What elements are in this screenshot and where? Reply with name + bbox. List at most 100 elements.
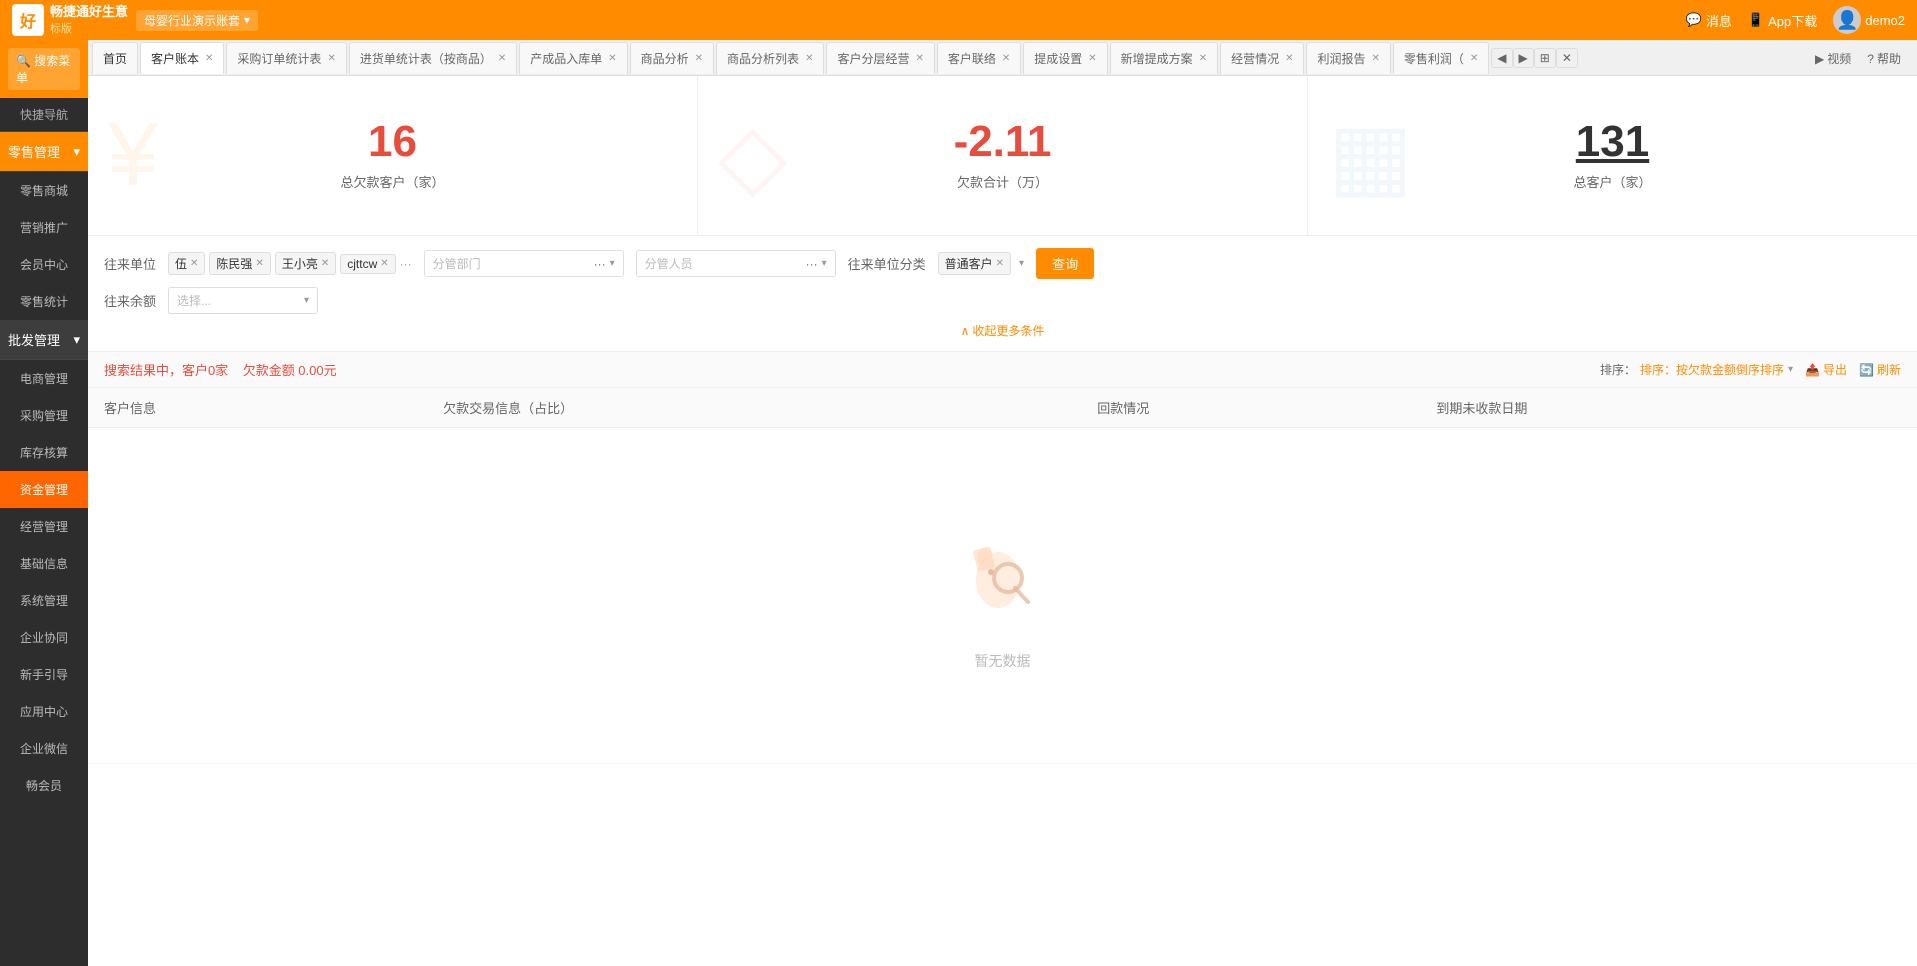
sidebar-item-retail-mall[interactable]: 零售商城 (0, 172, 88, 209)
collapse-filter-btn[interactable]: ∧ 收起更多条件 (104, 322, 1901, 339)
unit-filter-label: 往来单位 (104, 254, 156, 273)
tab-operation-status[interactable]: 经营情况 ✕ (1220, 42, 1304, 74)
quick-nav-btn[interactable]: 快捷导航 (8, 106, 80, 123)
tab-purchase-order[interactable]: 采购订单统计表 ✕ (226, 42, 346, 74)
search-menu-btn[interactable]: 🔍 搜索菜单 (8, 48, 80, 90)
tab-close-goods-analysis[interactable]: ✕ (695, 53, 703, 64)
data-table: 客户信息 欠款交易信息（占比） 回款情况 到期未收款日期 (88, 388, 1917, 764)
tab-close-new-improve[interactable]: ✕ (1199, 53, 1207, 64)
sidebar-item-purchase[interactable]: 采购管理 (0, 397, 88, 434)
tab-cost-inbound[interactable]: 产成品入库单 ✕ (519, 42, 627, 74)
unit-tag-cjttcw-close[interactable]: ✕ (380, 258, 388, 269)
stat-credit-customers: ¥ 16 总欠款客户（家） (88, 76, 698, 235)
app-container: 好 畅捷通好生意 标版 母婴行业演示账套 ▾ 💬 消息 📱 App下载 (0, 0, 1917, 966)
export-btn[interactable]: 📤 导出 (1805, 361, 1847, 378)
tab-close-retail-profit[interactable]: ✕ (1470, 53, 1478, 64)
unit-tag-wang[interactable]: 王小亮 ✕ (275, 252, 336, 275)
tab-close-inbound[interactable]: ✕ (498, 53, 506, 64)
user-avatar: 👤 (1833, 6, 1861, 34)
col-credit-tx: 欠款交易信息（占比） (427, 388, 1081, 428)
sidebar-item-app-center[interactable]: 应用中心 (0, 693, 88, 730)
filter-bar: 往来单位 伍 ✕ 陈民强 ✕ 王小亮 (88, 236, 1917, 352)
empty-row: 暂无数据 (88, 428, 1917, 764)
person-dropdown[interactable]: 分管人员 ··· ▾ (636, 250, 836, 277)
tab-profit-report[interactable]: 利润报告 ✕ (1306, 42, 1390, 74)
tab-close-customer-book[interactable]: ✕ (205, 53, 213, 64)
wholesale-section: 批发管理 ▾ (0, 320, 88, 360)
sidebar-item-marketing[interactable]: 营销推广 (0, 209, 88, 246)
sidebar-item-system[interactable]: 系统管理 (0, 582, 88, 619)
unit-tag-cjttcw[interactable]: cjttcw ✕ (340, 254, 395, 274)
tab-close-cost-inbound[interactable]: ✕ (608, 53, 616, 64)
tab-nav-prev[interactable]: ◀ (1491, 48, 1512, 68)
tab-close-customer-tier[interactable]: ✕ (915, 53, 923, 64)
sidebar-item-wholesale[interactable]: 批发管理 ▾ (0, 320, 88, 359)
unit-category-tags: 普通客户 ✕ ▾ (938, 252, 1024, 275)
unit-tag-chen-close[interactable]: ✕ (255, 258, 263, 269)
unit-tag-wang-close[interactable]: ✕ (321, 258, 329, 269)
unit-category-tag-normal[interactable]: 普通客户 ✕ (938, 252, 1011, 275)
tab-customer-book[interactable]: 客户账本 ✕ (140, 42, 224, 74)
department-dropdown[interactable]: 分管部门 ··· ▾ (424, 250, 624, 277)
stat-total-customers: ▦ 131 总客户（家） (1308, 76, 1917, 235)
table-toolbar: 搜索结果中，客户0家 欠款金额 0.00元 排序： 排序：按欠款金额倒序排序 ▾… (88, 352, 1917, 388)
logo-area: 好 畅捷通好生意 标版 (12, 4, 128, 36)
tab-goods-analysis-list[interactable]: 商品分析列表 ✕ (716, 42, 824, 74)
tab-close-all-btn[interactable]: ✕ (1556, 48, 1578, 68)
tab-new-improve-plan[interactable]: 新增提成方案 ✕ (1110, 42, 1218, 74)
sidebar-item-basic-info[interactable]: 基础信息 (0, 545, 88, 582)
sidebar-item-inventory[interactable]: 库存核算 (0, 434, 88, 471)
tab-home[interactable]: 首页 (92, 42, 138, 74)
sidebar-item-retail-stats[interactable]: 零售统计 (0, 283, 88, 320)
refresh-btn[interactable]: 🔄 刷新 (1859, 361, 1901, 378)
balance-dropdown[interactable]: 选择... ▾ (168, 287, 318, 314)
sidebar-item-member-vip[interactable]: 畅会员 (0, 767, 88, 804)
tab-close-purchase-order[interactable]: ✕ (327, 53, 335, 64)
tab-close-goods-analysis-list[interactable]: ✕ (805, 53, 813, 64)
unit-category-tag-close[interactable]: ✕ (996, 258, 1004, 269)
account-dropdown[interactable]: 母婴行业演示账套 ▾ (136, 10, 258, 31)
sort-dropdown[interactable]: 排序： 排序：按欠款金额倒序排序 ▾ (1600, 361, 1793, 378)
sidebar-item-operations[interactable]: 经营管理 (0, 508, 88, 545)
tab-inbound-stats[interactable]: 进货单统计表（按商品） ✕ (349, 42, 517, 74)
sidebar-item-ecommerce[interactable]: 电商管理 (0, 360, 88, 397)
unit-filter-tags: 伍 ✕ 陈民强 ✕ 王小亮 ✕ (168, 252, 412, 275)
empty-state-cell: 暂无数据 (88, 428, 1917, 764)
sidebar-item-enterprise-coop[interactable]: 企业协同 (0, 619, 88, 656)
tab-close-improve-settings[interactable]: ✕ (1088, 53, 1096, 64)
unit-tag-wu-close[interactable]: ✕ (190, 258, 198, 269)
tab-expand-btn[interactable]: ⊞ (1534, 48, 1556, 68)
top-bar-right: 💬 消息 📱 App下载 👤 demo2 (1686, 6, 1905, 34)
tab-goods-analysis[interactable]: 商品分析 ✕ (630, 42, 714, 74)
user-menu[interactable]: 👤 demo2 (1833, 6, 1905, 34)
stat-credit-customers-number[interactable]: 16 (368, 120, 417, 164)
stat-credit-amount-label: 欠款合计（万） (957, 172, 1048, 191)
top-bar-left: 好 畅捷通好生意 标版 母婴行业演示账套 ▾ (12, 4, 258, 36)
unit-tag-chen[interactable]: 陈民强 ✕ (209, 252, 270, 275)
tab-retail-profit[interactable]: 零售利润（ ✕ (1393, 42, 1489, 74)
filter-row-1: 往来单位 伍 ✕ 陈民强 ✕ 王小亮 (104, 248, 1901, 279)
sidebar-item-members[interactable]: 会员中心 (0, 246, 88, 283)
tab-customer-contact[interactable]: 客户联络 ✕ (937, 42, 1021, 74)
query-button[interactable]: 查询 (1036, 248, 1094, 279)
tab-close-profit[interactable]: ✕ (1372, 53, 1380, 64)
tab-customer-tier[interactable]: 客户分层经营 ✕ (826, 42, 934, 74)
sidebar-item-capital[interactable]: 资金管理 (0, 471, 88, 508)
unit-tags-more[interactable]: ··· (400, 257, 412, 271)
stat-total-customers-number[interactable]: 131 (1576, 120, 1649, 164)
message-btn[interactable]: 💬 消息 (1686, 11, 1732, 30)
sidebar-item-retail-management[interactable]: 零售管理 ▾ (0, 132, 88, 171)
sidebar-item-new-guide[interactable]: 新手引导 (0, 656, 88, 693)
tab-close-operation[interactable]: ✕ (1285, 53, 1293, 64)
stat-icon-credit: ¥ (108, 104, 158, 207)
sidebar-item-enterprise-wechat[interactable]: 企业微信 (0, 730, 88, 767)
app-download-btn[interactable]: 📱 App下载 (1748, 11, 1817, 30)
tab-improve-settings[interactable]: 提成设置 ✕ (1023, 42, 1107, 74)
logo-text-block: 畅捷通好生意 标版 (50, 4, 128, 36)
empty-illustration (953, 520, 1053, 620)
tab-nav-next[interactable]: ▶ (1513, 48, 1534, 68)
sidebar: 🔍 搜索菜单 快捷导航 零售管理 ▾ 零售商城 营销推广 (0, 40, 88, 966)
stat-icon-total: ▦ (1328, 103, 1413, 208)
tab-close-customer-contact[interactable]: ✕ (1002, 53, 1010, 64)
unit-tag-wu[interactable]: 伍 ✕ (168, 252, 205, 275)
